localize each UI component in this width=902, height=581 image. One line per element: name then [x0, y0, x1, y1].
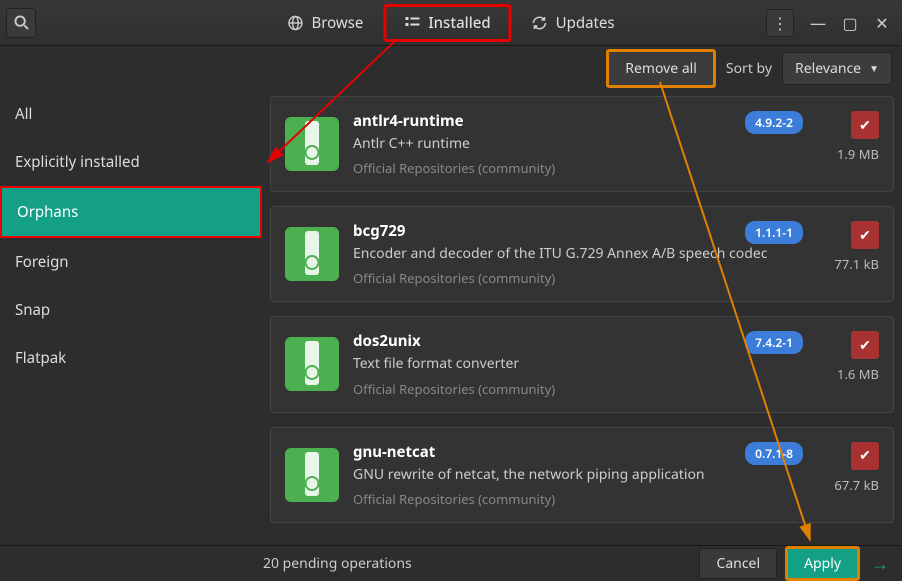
tab-browse-label: Browse	[311, 13, 363, 33]
package-name: gnu-netcat	[353, 442, 805, 462]
package-size: 77.1 kB	[834, 255, 879, 273]
package-repo: Official Repositories (community)	[353, 159, 805, 177]
close-button[interactable]: ✕	[868, 9, 896, 37]
package-card[interactable]: antlr4-runtime Antlr C++ runtime Officia…	[270, 96, 894, 192]
archive-icon	[285, 227, 339, 281]
details-arrow-button[interactable]: →	[868, 552, 892, 576]
version-badge: 1.1.1-1	[745, 221, 803, 244]
package-size: 67.7 kB	[834, 476, 879, 494]
headerbar: Browse Installed Updates ⋮ — ▢ ✕	[0, 0, 902, 46]
refresh-icon	[532, 15, 548, 31]
archive-icon	[285, 337, 339, 391]
arrow-right-icon: →	[871, 552, 889, 576]
version-badge: 7.4.2-1	[745, 331, 803, 354]
package-card[interactable]: bcg729 Encoder and decoder of the ITU G.…	[270, 206, 894, 302]
header-tabs: Browse Installed Updates	[269, 4, 632, 42]
package-body: dos2unix Text file format converter Offi…	[353, 331, 805, 397]
menu-button[interactable]: ⋮	[766, 9, 794, 37]
package-card[interactable]: dos2unix Text file format converter Offi…	[270, 316, 894, 412]
package-size: 1.9 MB	[837, 145, 879, 163]
check-icon: ✔	[859, 116, 871, 135]
tab-installed[interactable]: Installed	[383, 4, 511, 42]
remove-toggle-button[interactable]: ✔	[851, 331, 879, 359]
version-badge: 4.9.2-2	[745, 111, 803, 134]
package-name: bcg729	[353, 221, 805, 241]
maximize-button[interactable]: ▢	[836, 9, 864, 37]
cancel-button[interactable]: Cancel	[699, 548, 777, 579]
apply-button[interactable]: Apply	[785, 546, 860, 581]
sidebar-item-foreign[interactable]: Foreign	[0, 238, 262, 286]
minimize-icon: —	[810, 12, 826, 34]
package-name: antlr4-runtime	[353, 111, 805, 131]
remove-toggle-button[interactable]: ✔	[851, 221, 879, 249]
maximize-icon: ▢	[842, 12, 857, 34]
package-card[interactable]: gnu-netcat GNU rewrite of netcat, the ne…	[270, 427, 894, 523]
package-right: ✔ 1.6 MB	[819, 331, 879, 397]
package-description: Encoder and decoder of the ITU G.729 Ann…	[353, 245, 805, 263]
tab-updates-label: Updates	[556, 13, 615, 33]
check-icon: ✔	[859, 226, 871, 245]
check-icon: ✔	[859, 446, 871, 465]
archive-icon	[285, 448, 339, 502]
search-button[interactable]	[6, 8, 36, 38]
tab-updates[interactable]: Updates	[514, 4, 633, 42]
sidebar-item-explicitly-installed[interactable]: Explicitly installed	[0, 138, 262, 186]
sidebar: All Explicitly installed Orphans Foreign…	[0, 90, 262, 545]
archive-icon	[285, 117, 339, 171]
package-body: bcg729 Encoder and decoder of the ITU G.…	[353, 221, 805, 287]
kebab-icon: ⋮	[772, 12, 788, 34]
close-icon: ✕	[875, 12, 888, 34]
tab-browse[interactable]: Browse	[269, 4, 381, 42]
sort-select-value: Relevance	[795, 59, 861, 78]
list-icon	[404, 15, 420, 31]
sidebar-item-all[interactable]: All	[0, 90, 262, 138]
remove-all-button[interactable]: Remove all	[606, 49, 716, 88]
globe-icon	[287, 15, 303, 31]
package-repo: Official Repositories (community)	[353, 490, 805, 508]
version-badge: 0.7.1-8	[745, 442, 803, 465]
package-content[interactable]: antlr4-runtime Antlr C++ runtime Officia…	[262, 90, 902, 545]
package-size: 1.6 MB	[837, 365, 879, 383]
sort-by-label: Sort by	[726, 59, 772, 78]
toolbar: Remove all Sort by Relevance ▼	[0, 46, 902, 90]
package-right: ✔ 67.7 kB	[819, 442, 879, 508]
sidebar-item-orphans[interactable]: Orphans	[0, 186, 262, 238]
package-right: ✔ 1.9 MB	[819, 111, 879, 177]
search-icon	[14, 15, 29, 30]
package-description: Text file format converter	[353, 355, 805, 373]
sidebar-item-snap[interactable]: Snap	[0, 286, 262, 334]
package-repo: Official Repositories (community)	[353, 380, 805, 398]
sidebar-item-flatpak[interactable]: Flatpak	[0, 334, 262, 382]
check-icon: ✔	[859, 336, 871, 355]
remove-toggle-button[interactable]: ✔	[851, 111, 879, 139]
status-actions: Cancel Apply →	[699, 546, 892, 581]
package-body: antlr4-runtime Antlr C++ runtime Officia…	[353, 111, 805, 177]
minimize-button[interactable]: —	[804, 9, 832, 37]
sort-select[interactable]: Relevance ▼	[782, 52, 892, 85]
package-repo: Official Repositories (community)	[353, 269, 805, 287]
window-controls: ⋮ — ▢ ✕	[766, 9, 896, 37]
statusbar: 20 pending operations Cancel Apply →	[0, 545, 902, 581]
package-name: dos2unix	[353, 331, 805, 351]
package-description: Antlr C++ runtime	[353, 135, 805, 153]
chevron-down-icon: ▼	[869, 61, 879, 75]
pending-operations-text: 20 pending operations	[263, 554, 412, 573]
package-right: ✔ 77.1 kB	[819, 221, 879, 287]
tab-installed-label: Installed	[428, 13, 490, 33]
main-content: All Explicitly installed Orphans Foreign…	[0, 90, 902, 545]
package-body: gnu-netcat GNU rewrite of netcat, the ne…	[353, 442, 805, 508]
package-list: antlr4-runtime Antlr C++ runtime Officia…	[262, 90, 902, 543]
remove-toggle-button[interactable]: ✔	[851, 442, 879, 470]
package-description: GNU rewrite of netcat, the network pipin…	[353, 466, 805, 484]
